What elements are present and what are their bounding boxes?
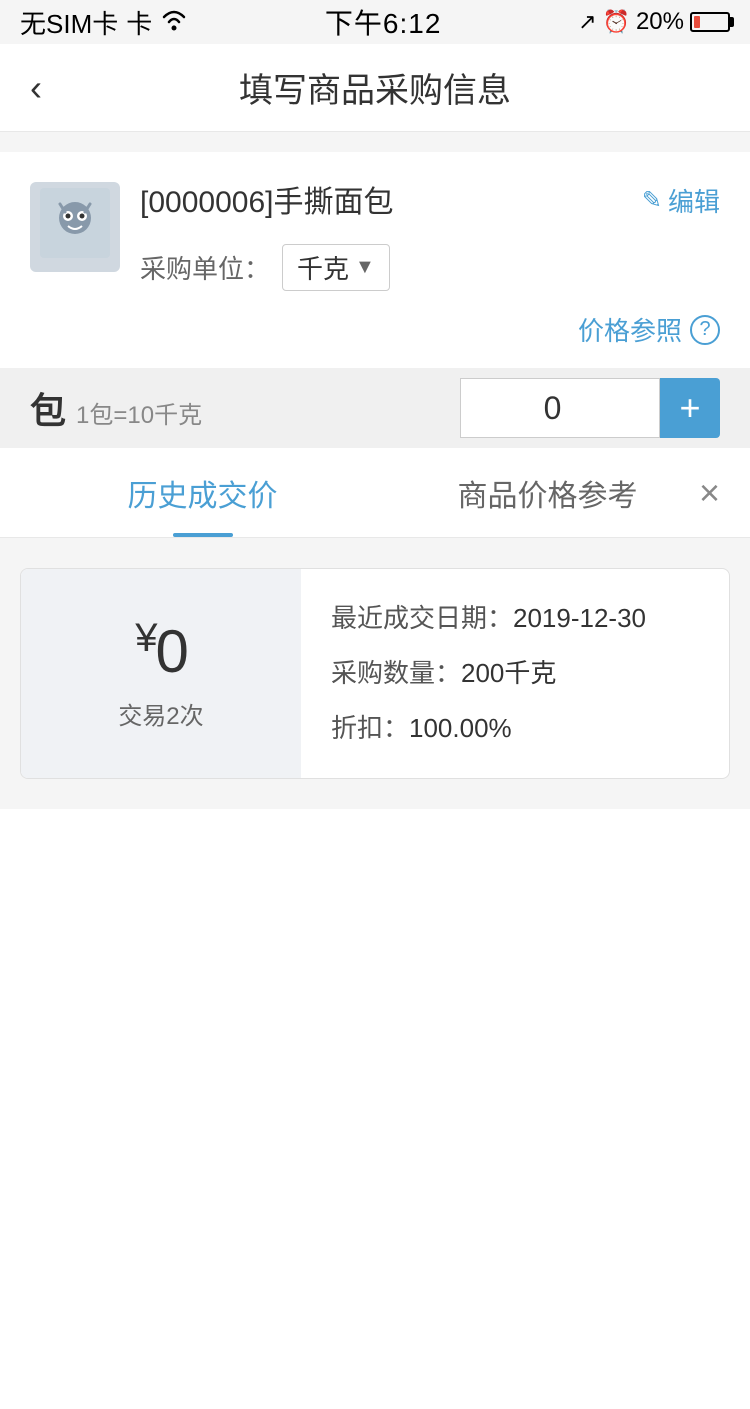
tab-history-label: 历史成交价 [128, 471, 278, 515]
purchase-qty-value: 200千克 [461, 658, 556, 688]
back-button[interactable]: ‹ [30, 67, 90, 109]
purchase-qty-label: 采购数量： [331, 658, 461, 688]
tab-price-ref-label: 商品价格参考 [458, 471, 638, 515]
transaction-card: ¥0 交易2次 最近成交日期：2019-12-30 采购数量：200千克 折扣：… [20, 568, 730, 779]
product-name: [0000006]手撕面包 [140, 182, 642, 224]
tabs-bar: 历史成交价 商品价格参考 × [0, 448, 750, 538]
sim-text: 卡 [126, 4, 152, 41]
battery-percent: 20% [636, 8, 684, 36]
edit-label: 编辑 [668, 182, 720, 219]
product-left: [0000006]手撕面包 采购单位： 千克 ▼ [30, 182, 642, 291]
purchase-qty-row: 采购数量：200千克 [331, 654, 699, 693]
edit-button[interactable]: ✎ 编辑 [642, 182, 720, 219]
quantity-unit: 包 1包=10千克 [30, 382, 460, 434]
status-bar: 无SIM卡 卡 下午6:12 ↗ ⏰ 20% [0, 0, 750, 44]
alarm-icon: ⏰ [603, 9, 630, 35]
tab-price-ref[interactable]: 商品价格参考 [375, 448, 720, 537]
unit-select[interactable]: 千克 ▼ [282, 244, 390, 291]
status-left: 无SIM卡 卡 [20, 4, 188, 41]
help-icon[interactable]: ? [690, 315, 720, 345]
product-header: [0000006]手撕面包 采购单位： 千克 ▼ ✎ 编辑 [30, 182, 720, 291]
transaction-left: ¥0 交易2次 [21, 569, 301, 778]
quantity-plus-button[interactable]: + [660, 378, 720, 438]
product-info: [0000006]手撕面包 采购单位： 千克 ▼ [140, 182, 642, 291]
status-right: ↗ ⏰ 20% [578, 8, 730, 36]
unit-char: 包 [30, 382, 66, 434]
recent-date-value: 2019-12-30 [513, 603, 646, 633]
price-ref-row: 价格参照 ? [30, 311, 720, 348]
product-thumbnail [30, 182, 120, 272]
location-icon: ↗ [578, 9, 596, 35]
transaction-price: ¥0 [135, 616, 187, 686]
price-value: 0 [155, 618, 186, 685]
bottom-space [0, 809, 750, 1409]
unit-label: 采购单位： [140, 249, 270, 286]
quantity-input[interactable] [460, 378, 660, 438]
discount-label: 折扣： [331, 713, 409, 743]
tab-history-price[interactable]: 历史成交价 [30, 448, 375, 537]
product-unit-row: 采购单位： 千克 ▼ [140, 244, 642, 291]
carrier-text: 无SIM卡 [20, 4, 118, 41]
status-time: 下午6:12 [325, 2, 442, 42]
transaction-right: 最近成交日期：2019-12-30 采购数量：200千克 折扣：100.00% [301, 569, 729, 778]
unit-value: 千克 [297, 249, 349, 286]
product-card: [0000006]手撕面包 采购单位： 千克 ▼ ✎ 编辑 价格参照 ? [0, 152, 750, 368]
chevron-down-icon: ▼ [355, 256, 375, 279]
quantity-input-wrap: + [460, 378, 720, 438]
quantity-row: 包 1包=10千克 + [0, 368, 750, 448]
wifi-icon [160, 7, 188, 38]
edit-icon: ✎ [642, 186, 662, 215]
recent-date-label: 最近成交日期： [331, 603, 513, 633]
discount-value: 100.00% [409, 713, 512, 743]
price-ref-link[interactable]: 价格参照 [578, 311, 682, 348]
page-title: 填写商品采购信息 [239, 63, 511, 112]
product-thumb-icon [40, 188, 110, 266]
unit-conversion: 1包=10千克 [76, 395, 202, 430]
nav-bar: ‹ 填写商品采购信息 [0, 44, 750, 132]
yen-symbol: ¥ [135, 616, 155, 660]
close-button[interactable]: × [699, 472, 720, 514]
discount-row: 折扣：100.00% [331, 709, 699, 748]
tab-active-indicator [173, 533, 233, 537]
battery-icon [690, 12, 730, 32]
recent-date-row: 最近成交日期：2019-12-30 [331, 599, 699, 638]
trade-count: 交易2次 [118, 696, 203, 731]
